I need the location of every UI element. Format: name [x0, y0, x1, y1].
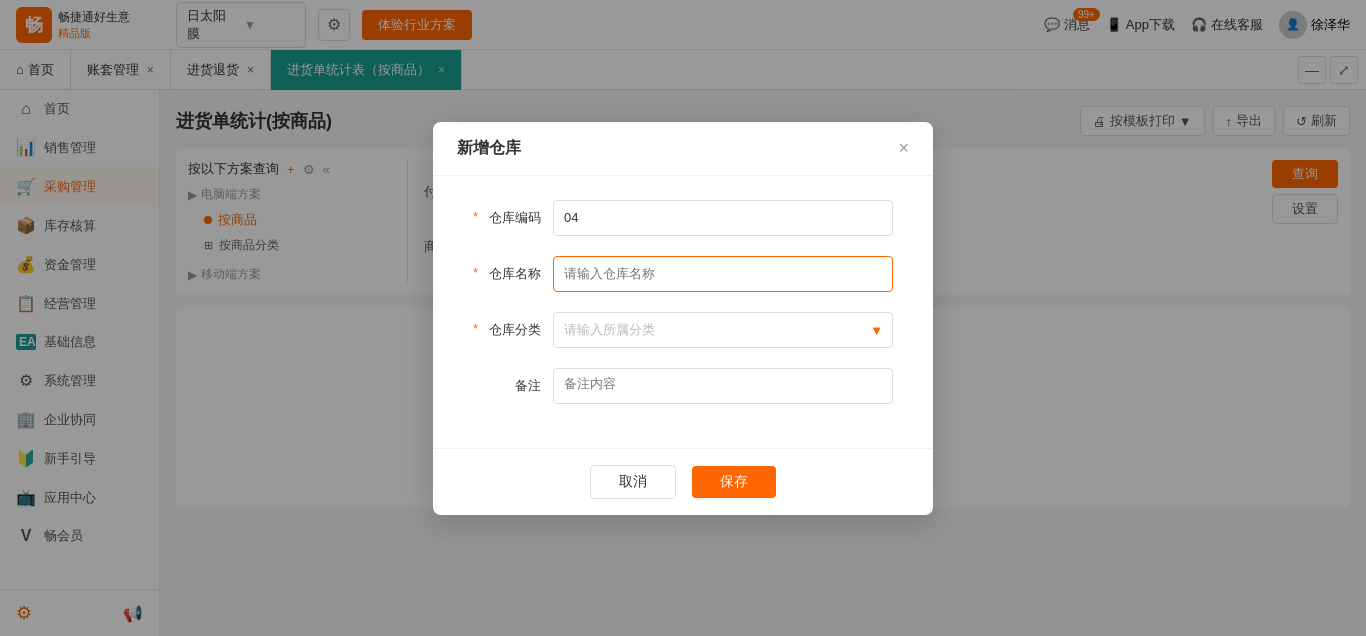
- form-row-category: 仓库分类 请输入所属分类 ▼: [473, 312, 893, 348]
- note-label: 备注: [473, 377, 553, 395]
- save-button[interactable]: 保存: [692, 466, 776, 498]
- modal-body: 仓库编码 仓库名称 仓库分类 请输入所属分类: [433, 176, 933, 448]
- category-select-wrapper: 请输入所属分类 ▼: [553, 312, 893, 348]
- name-label: 仓库名称: [473, 265, 553, 283]
- modal-title: 新增仓库: [457, 138, 521, 159]
- add-warehouse-modal: 新增仓库 × 仓库编码 仓库名称 仓库分类: [433, 122, 933, 515]
- warehouse-code-input[interactable]: [553, 200, 893, 236]
- warehouse-category-select[interactable]: 请输入所属分类: [553, 312, 893, 348]
- form-row-note: 备注: [473, 368, 893, 404]
- modal-overlay: 新增仓库 × 仓库编码 仓库名称 仓库分类: [0, 0, 1366, 636]
- warehouse-note-input[interactable]: [553, 368, 893, 404]
- modal-footer: 取消 保存: [433, 448, 933, 515]
- warehouse-name-input[interactable]: [553, 256, 893, 292]
- modal-header: 新增仓库 ×: [433, 122, 933, 176]
- cancel-button[interactable]: 取消: [590, 465, 676, 499]
- form-row-code: 仓库编码: [473, 200, 893, 236]
- code-label: 仓库编码: [473, 209, 553, 227]
- modal-close-button[interactable]: ×: [898, 138, 909, 159]
- form-row-name: 仓库名称: [473, 256, 893, 292]
- category-label: 仓库分类: [473, 321, 553, 339]
